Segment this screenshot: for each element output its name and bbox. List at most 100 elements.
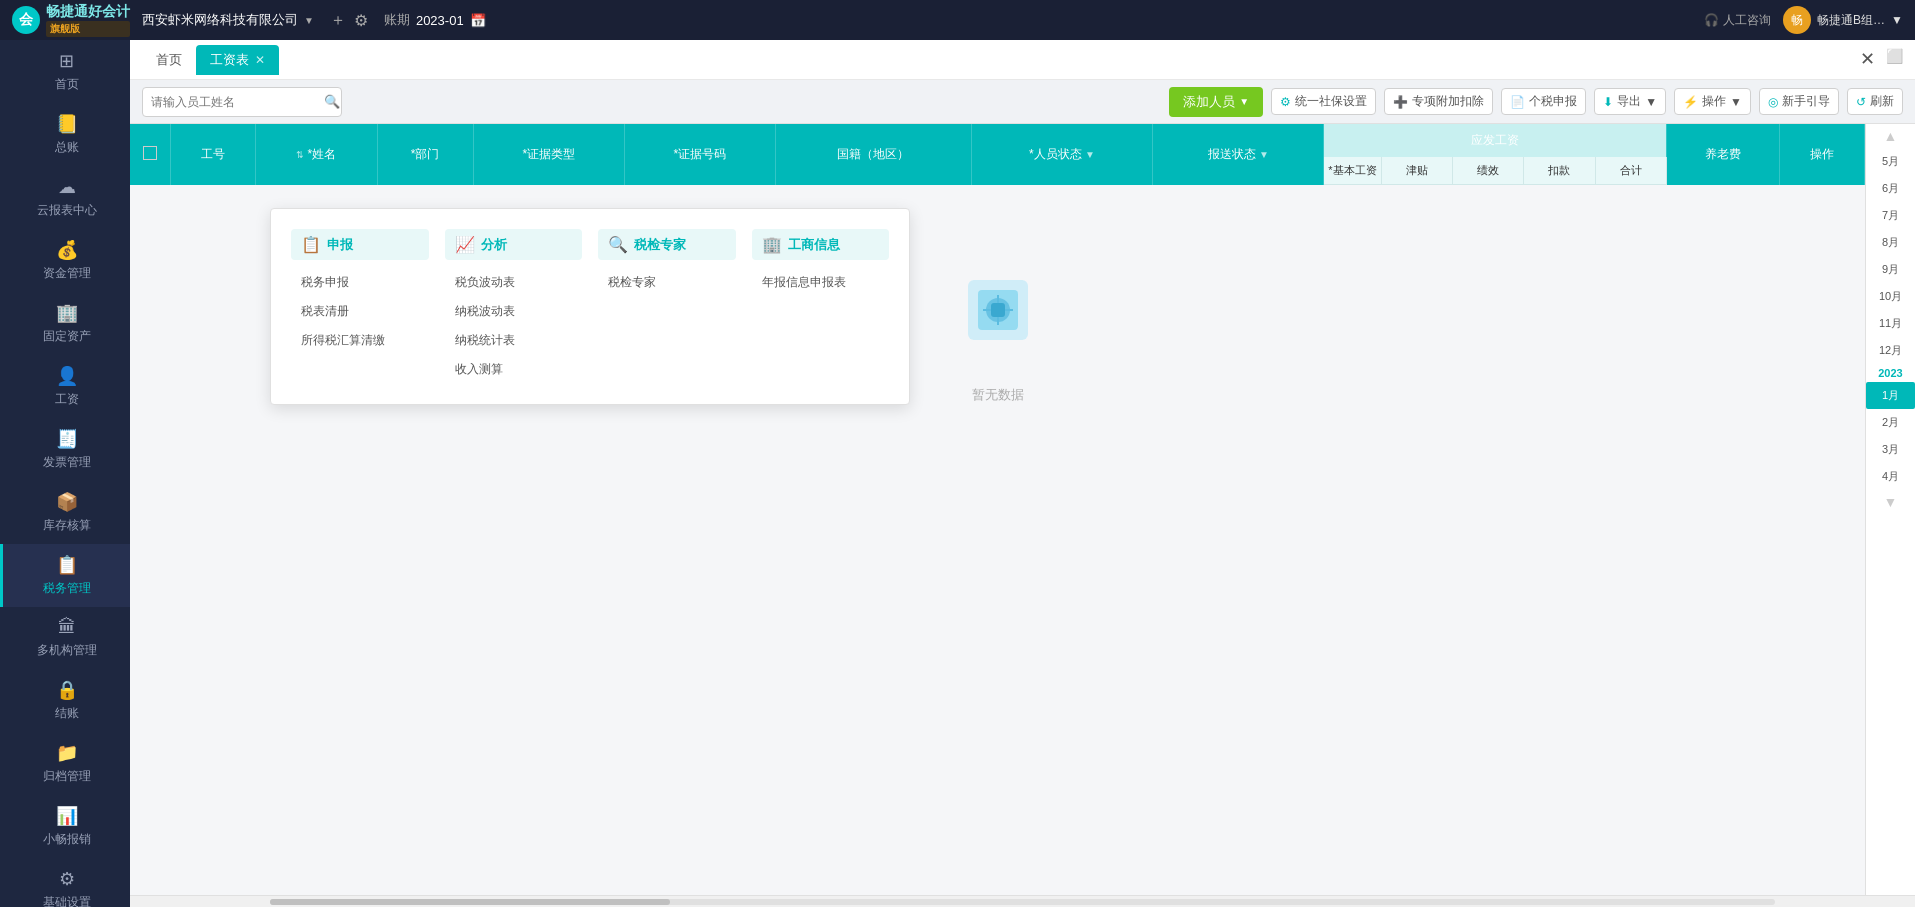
cal-nav-down[interactable]: ▼ <box>1880 490 1902 514</box>
menu-item-income-calc[interactable]: 收入测算 <box>445 355 583 384</box>
cal-month-6[interactable]: 6月 <box>1866 175 1915 202</box>
home-icon: ⊞ <box>59 50 74 72</box>
th-idno-label: *证据号码 <box>674 147 727 161</box>
menu-item-tax-declaration[interactable]: 税务申报 <box>291 268 429 297</box>
sidebar-item-home[interactable]: ⊞ 首页 <box>0 40 130 103</box>
main-layout: ⊞ 首页 📒 总账 ☁ 云报表中心 💰 资金管理 🏢 固定资产 👤 工资 🧾 发… <box>0 40 1915 907</box>
window-resize-btn[interactable]: ⬜ <box>1886 48 1903 64</box>
content-area: 首页 工资表 ✕ ✕ ⬜ 🔍 添加人员 ▼ ⚙ 统一社保设置 ➕ 专项附加扣 <box>130 40 1915 907</box>
th-op: 操作 <box>1779 124 1864 185</box>
sidebar: ⊞ 首页 📒 总账 ☁ 云报表中心 💰 资金管理 🏢 固定资产 👤 工资 🧾 发… <box>0 40 130 907</box>
company-selector[interactable]: 西安虾米网络科技有限公司 ▼ <box>142 11 314 29</box>
sidebar-item-assets[interactable]: 🏢 固定资产 <box>0 292 130 355</box>
service-btn[interactable]: 🎧 人工咨询 <box>1704 12 1771 29</box>
export-label: 导出 <box>1617 93 1641 110</box>
archive-icon: 📁 <box>56 742 78 764</box>
add-person-button[interactable]: 添加人员 ▼ <box>1169 87 1263 117</box>
sidebar-item-ledger[interactable]: 📒 总账 <box>0 103 130 166</box>
sidebar-item-report[interactable]: 📊 小畅报销 <box>0 795 130 858</box>
menu-section-tax-expert: 🔍 税检专家 税检专家 <box>590 221 744 392</box>
th-performance: 绩效 <box>1452 157 1523 185</box>
sidebar-item-close[interactable]: 🔒 结账 <box>0 669 130 732</box>
business-section-title: 工商信息 <box>788 236 840 254</box>
social-insurance-btn[interactable]: ⚙ 统一社保设置 <box>1271 88 1376 115</box>
personal-tax-btn[interactable]: 📄 个税申报 <box>1501 88 1586 115</box>
search-input[interactable] <box>142 87 342 117</box>
scroll-thumb[interactable] <box>270 899 670 905</box>
select-all-checkbox[interactable] <box>143 146 157 160</box>
th-name-label: *姓名 <box>308 147 337 161</box>
export-btn[interactable]: ⬇ 导出 ▼ <box>1594 88 1666 115</box>
th-name: ⇅ *姓名 <box>255 124 377 185</box>
cal-month-10[interactable]: 10月 <box>1866 283 1915 310</box>
top-bar-right: 🎧 人工咨询 畅 畅捷通B组… ▼ <box>1704 6 1903 34</box>
cal-month-8[interactable]: 8月 <box>1866 229 1915 256</box>
cal-month-11[interactable]: 11月 <box>1866 310 1915 337</box>
filter-status-icon[interactable]: ▼ <box>1085 149 1095 160</box>
analysis-section-title: 分析 <box>481 236 507 254</box>
sidebar-item-funds[interactable]: 💰 资金管理 <box>0 229 130 292</box>
menu-grid: 📋 申报 税务申报 税表清册 所得税汇算清缴 📈 分析 税负波动表 <box>283 221 897 392</box>
th-checkbox[interactable] <box>130 124 170 185</box>
menu-item-annual-report[interactable]: 年报信息申报表 <box>752 268 890 297</box>
cal-month-1[interactable]: 1月 <box>1866 382 1915 409</box>
operation-icon: ⚡ <box>1683 95 1698 109</box>
sidebar-item-settings[interactable]: ⚙ 基础设置 <box>0 858 130 907</box>
cal-month-9[interactable]: 9月 <box>1866 256 1915 283</box>
sidebar-item-salary[interactable]: 👤 工资 <box>0 355 130 418</box>
tab-home[interactable]: 首页 <box>142 45 196 75</box>
menu-item-tax-expert[interactable]: 税检专家 <box>598 268 736 297</box>
menu-item-tax-stats[interactable]: 纳税统计表 <box>445 326 583 355</box>
user-name: 畅捷通B组… <box>1817 12 1885 29</box>
sidebar-label-multi: 多机构管理 <box>37 642 97 659</box>
guide-btn[interactable]: ◎ 新手引导 <box>1759 88 1839 115</box>
sidebar-item-tax[interactable]: 📋 税务管理 <box>0 544 130 607</box>
empty-icon <box>948 265 1048 374</box>
settings-icon[interactable]: ⚙ <box>354 11 368 30</box>
refresh-icon: ↺ <box>1856 95 1866 109</box>
search-icon[interactable]: 🔍 <box>324 94 340 109</box>
cal-month-4[interactable]: 4月 <box>1866 463 1915 490</box>
tab-close-icon[interactable]: ✕ <box>255 53 265 67</box>
user-chevron-icon: ▼ <box>1891 13 1903 27</box>
sidebar-item-archive[interactable]: 📁 归档管理 <box>0 732 130 795</box>
menu-section-declaration: 📋 申报 税务申报 税表清册 所得税汇算清缴 <box>283 221 437 392</box>
sidebar-item-inventory[interactable]: 📦 库存核算 <box>0 481 130 544</box>
cal-month-7[interactable]: 7月 <box>1866 202 1915 229</box>
cal-month-5[interactable]: 5月 <box>1866 148 1915 175</box>
period-value: 2023-01 <box>416 13 464 28</box>
sidebar-item-multi[interactable]: 🏛 多机构管理 <box>0 607 130 669</box>
declaration-section-title: 申报 <box>327 236 353 254</box>
sidebar-label-invoice: 发票管理 <box>43 454 91 471</box>
menu-item-tax-payment[interactable]: 纳税波动表 <box>445 297 583 326</box>
operation-btn[interactable]: ⚡ 操作 ▼ <box>1674 88 1751 115</box>
menu-item-tax-burden[interactable]: 税负波动表 <box>445 268 583 297</box>
cal-month-12[interactable]: 12月 <box>1866 337 1915 364</box>
tab-salary-table[interactable]: 工资表 ✕ <box>196 45 279 75</box>
user-info[interactable]: 畅 畅捷通B组… ▼ <box>1783 6 1903 34</box>
analysis-section-icon: 📈 <box>455 235 475 254</box>
table-header-row: 工号 ⇅ *姓名 *部门 *证据类型 *证据号码 国籍（地区） *人员状态 ▼ … <box>130 124 1865 157</box>
personal-tax-label: 个税申报 <box>1529 93 1577 110</box>
menu-item-income-tax[interactable]: 所得税汇算清缴 <box>291 326 429 355</box>
menu-item-tax-table[interactable]: 税表清册 <box>291 297 429 326</box>
cal-month-3[interactable]: 3月 <box>1866 436 1915 463</box>
refresh-btn[interactable]: ↺ 刷新 <box>1847 88 1903 115</box>
filter-report-icon[interactable]: ▼ <box>1259 149 1269 160</box>
calendar-icon[interactable]: 📅 <box>470 13 486 28</box>
inventory-icon: 📦 <box>56 491 78 513</box>
window-close-btn[interactable]: ✕ <box>1860 48 1875 70</box>
sidebar-item-cloud[interactable]: ☁ 云报表中心 <box>0 166 130 229</box>
cal-month-2[interactable]: 2月 <box>1866 409 1915 436</box>
close-period-icon: 🔒 <box>56 679 78 701</box>
th-allowance: 津贴 <box>1381 157 1452 185</box>
cal-nav-up[interactable]: ▲ <box>1880 124 1902 148</box>
report-icon: 📊 <box>56 805 78 827</box>
salary-icon: 👤 <box>56 365 78 387</box>
sidebar-item-invoice[interactable]: 🧾 发票管理 <box>0 418 130 481</box>
add-company-btn[interactable]: ＋ <box>330 10 346 31</box>
sort-name-icon[interactable]: ⇅ <box>296 150 304 160</box>
special-deduct-btn[interactable]: ➕ 专项附加扣除 <box>1384 88 1493 115</box>
menu-section-business: 🏢 工商信息 年报信息申报表 <box>744 221 898 392</box>
sidebar-label-assets: 固定资产 <box>43 328 91 345</box>
